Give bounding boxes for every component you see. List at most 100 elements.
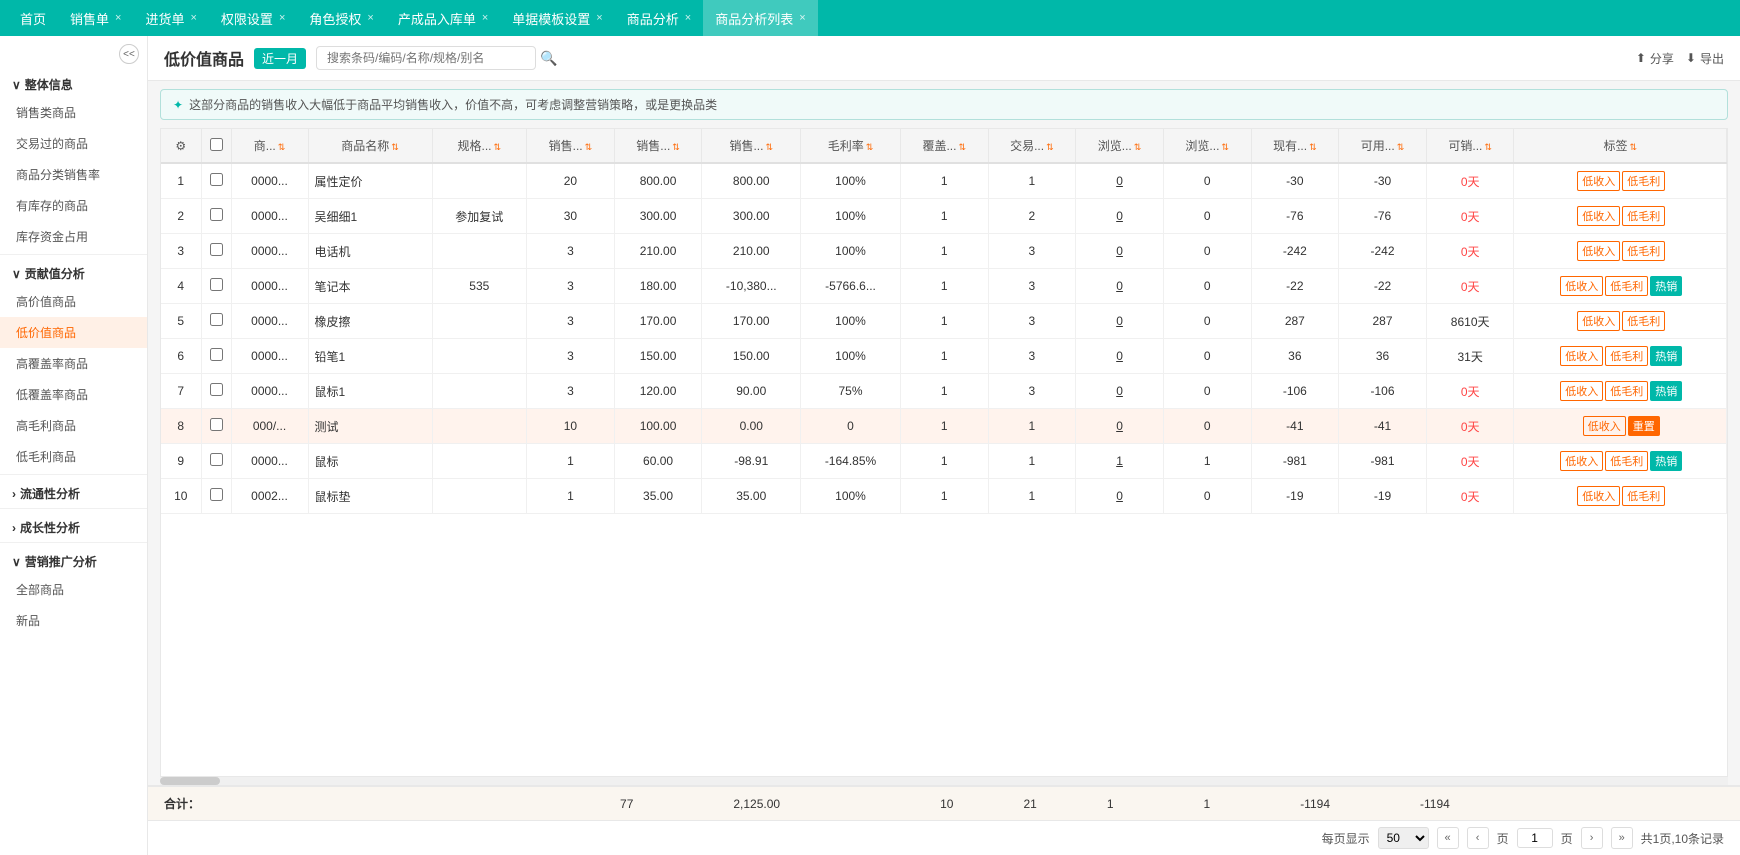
row-checkbox-cell[interactable] xyxy=(201,199,231,234)
nav-role-auth[interactable]: 角色授权 × xyxy=(297,0,385,36)
per-page-select[interactable]: 50 100 200 xyxy=(1378,827,1429,849)
row-checkbox[interactable] xyxy=(210,383,223,396)
search-input[interactable] xyxy=(316,46,536,70)
row-browse2: 0 xyxy=(1163,479,1251,514)
browse-link[interactable]: 0 xyxy=(1116,349,1123,363)
nav-goods-analysis-list[interactable]: 商品分析列表 × xyxy=(703,0,817,36)
row-checkbox[interactable] xyxy=(210,313,223,326)
select-all-checkbox[interactable] xyxy=(210,138,223,151)
sidebar-item-high-coverage[interactable]: 高覆盖率商品 xyxy=(0,348,147,379)
browse-link[interactable]: 0 xyxy=(1116,209,1123,223)
nav-sales-order[interactable]: 销售单 × xyxy=(58,0,133,36)
row-checkbox-cell[interactable] xyxy=(201,444,231,479)
sidebar-group-liquidity[interactable]: › 流通性分析 xyxy=(0,477,147,506)
sidebar-item-sales-goods[interactable]: 销售类商品 xyxy=(0,97,147,128)
sidebar-group-growth[interactable]: › 成长性分析 xyxy=(0,511,147,540)
main-layout: << ∨ 整体信息 销售类商品 交易过的商品 商品分类销售率 有库存的商品 库存… xyxy=(0,36,1740,855)
nav-permission[interactable]: 权限设置 × xyxy=(209,0,297,36)
th-checkbox[interactable] xyxy=(201,129,231,163)
row-checkbox[interactable] xyxy=(210,418,223,431)
row-s1: 3 xyxy=(527,304,615,339)
row-checkbox-cell[interactable] xyxy=(201,163,231,199)
browse-link[interactable]: 0 xyxy=(1116,244,1123,258)
row-checkbox-cell[interactable] xyxy=(201,304,231,339)
close-role-auth-icon[interactable]: × xyxy=(367,12,373,24)
sidebar-item-category-sales[interactable]: 商品分类销售率 xyxy=(0,159,147,190)
row-checkbox-cell[interactable] xyxy=(201,479,231,514)
nav-home[interactable]: 首页 xyxy=(8,0,58,36)
row-checkbox[interactable] xyxy=(210,208,223,221)
browse-link[interactable]: 1 xyxy=(1116,454,1123,468)
time-filter-button[interactable]: 近一月 xyxy=(254,48,306,69)
scrollbar-thumb[interactable] xyxy=(160,777,220,785)
current-page-input[interactable] xyxy=(1517,828,1553,848)
row-checkbox-cell[interactable] xyxy=(201,234,231,269)
next-page-button[interactable]: › xyxy=(1581,827,1603,849)
sidebar-item-high-value[interactable]: 高价值商品 xyxy=(0,286,147,317)
row-checkbox[interactable] xyxy=(210,348,223,361)
prev-page-button[interactable]: ‹ xyxy=(1467,827,1489,849)
close-permission-icon[interactable]: × xyxy=(279,12,285,24)
browse-link[interactable]: 0 xyxy=(1116,384,1123,398)
row-browse1[interactable]: 0 xyxy=(1076,199,1164,234)
row-browse1[interactable]: 0 xyxy=(1076,269,1164,304)
row-browse1[interactable]: 0 xyxy=(1076,409,1164,444)
sidebar-item-new-goods[interactable]: 新品 xyxy=(0,605,147,636)
sidebar-item-capital-occupy[interactable]: 库存资金占用 xyxy=(0,221,147,252)
nav-goods-analysis[interactable]: 商品分析 × xyxy=(615,0,703,36)
row-checkbox[interactable] xyxy=(210,243,223,256)
sidebar-item-low-coverage[interactable]: 低覆盖率商品 xyxy=(0,379,147,410)
browse-link[interactable]: 0 xyxy=(1116,279,1123,293)
browse-link[interactable]: 0 xyxy=(1116,314,1123,328)
search-icon[interactable]: 🔍 xyxy=(540,50,557,67)
row-checkbox-cell[interactable] xyxy=(201,374,231,409)
close-sales-order-icon[interactable]: × xyxy=(115,12,121,24)
footer-summary: 合计： 77 2,125.00 10 21 1 1 -1194 -1194 xyxy=(148,785,1740,820)
row-gross: 75% xyxy=(801,374,901,409)
sidebar-collapse-button[interactable]: << xyxy=(119,44,139,64)
browse-link[interactable]: 0 xyxy=(1116,174,1123,188)
sidebar-group-contribution[interactable]: ∨ 贡献值分析 xyxy=(0,257,147,286)
row-browse1[interactable]: 0 xyxy=(1076,374,1164,409)
browse-link[interactable]: 0 xyxy=(1116,419,1123,433)
row-browse1[interactable]: 1 xyxy=(1076,444,1164,479)
row-checkbox-cell[interactable] xyxy=(201,269,231,304)
share-button[interactable]: ⬆ 分享 xyxy=(1636,50,1674,67)
sidebar-item-stocked-goods[interactable]: 有库存的商品 xyxy=(0,190,147,221)
sidebar-item-traded-goods[interactable]: 交易过的商品 xyxy=(0,128,147,159)
th-settings[interactable]: ⚙ xyxy=(161,129,201,163)
row-browse1[interactable]: 0 xyxy=(1076,479,1164,514)
sidebar-group-overall[interactable]: ∨ 整体信息 xyxy=(0,68,147,97)
sidebar-group-marketing[interactable]: ∨ 营销推广分析 xyxy=(0,545,147,574)
row-name: 笔记本 xyxy=(308,269,432,304)
row-browse1[interactable]: 0 xyxy=(1076,304,1164,339)
sidebar-item-low-value[interactable]: 低价值商品 xyxy=(0,317,147,348)
browse-link[interactable]: 0 xyxy=(1116,489,1123,503)
close-goods-analysis-icon[interactable]: × xyxy=(685,12,691,24)
sidebar-item-low-margin[interactable]: 低毛利商品 xyxy=(0,441,147,472)
row-browse1[interactable]: 0 xyxy=(1076,339,1164,374)
row-browse1[interactable]: 0 xyxy=(1076,234,1164,269)
close-purchase-order-icon[interactable]: × xyxy=(190,12,196,24)
row-spec xyxy=(432,479,527,514)
row-checkbox[interactable] xyxy=(210,278,223,291)
row-browse1[interactable]: 0 xyxy=(1076,163,1164,199)
horizontal-scrollbar[interactable] xyxy=(160,777,1728,785)
nav-template[interactable]: 单据模板设置 × xyxy=(500,0,614,36)
days-label: 8610天 xyxy=(1451,315,1490,329)
nav-purchase-order[interactable]: 进货单 × xyxy=(133,0,208,36)
row-checkbox[interactable] xyxy=(210,173,223,186)
export-button[interactable]: ⬇ 导出 xyxy=(1686,50,1724,67)
nav-product-stock[interactable]: 产成品入库单 × xyxy=(386,0,500,36)
sidebar-item-high-margin[interactable]: 高毛利商品 xyxy=(0,410,147,441)
first-page-button[interactable]: « xyxy=(1437,827,1459,849)
row-checkbox[interactable] xyxy=(210,488,223,501)
close-product-stock-icon[interactable]: × xyxy=(482,12,488,24)
close-goods-analysis-list-icon[interactable]: × xyxy=(799,12,805,24)
sidebar-item-all-goods[interactable]: 全部商品 xyxy=(0,574,147,605)
last-page-button[interactable]: » xyxy=(1611,827,1633,849)
row-checkbox-cell[interactable] xyxy=(201,339,231,374)
row-checkbox[interactable] xyxy=(210,453,223,466)
row-checkbox-cell[interactable] xyxy=(201,409,231,444)
close-template-icon[interactable]: × xyxy=(596,12,602,24)
